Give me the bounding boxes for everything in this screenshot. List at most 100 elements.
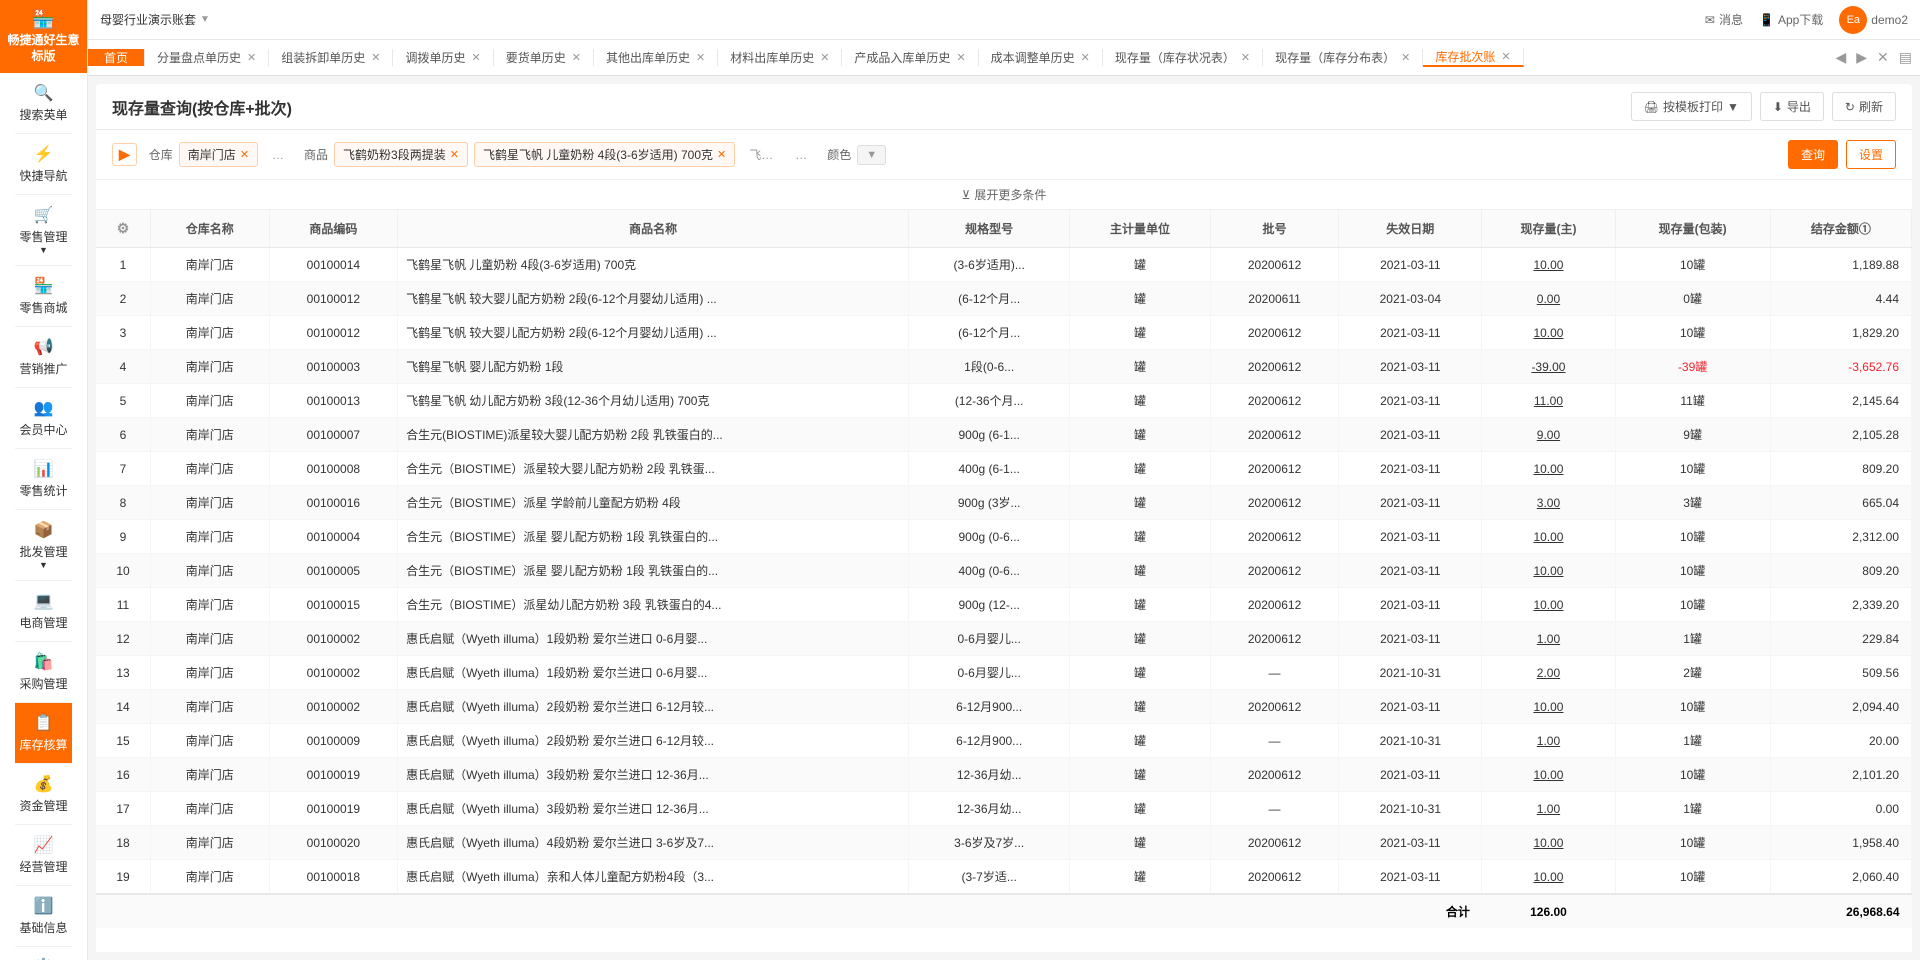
tab-close-t9[interactable]: ✕ xyxy=(1241,51,1250,64)
tab-t4[interactable]: 要货单历史✕ xyxy=(494,49,594,66)
sidebar-item-purchase[interactable]: 🛍️ 采购管理 xyxy=(15,642,71,703)
sidebar-item-member[interactable]: 👥 会员中心 xyxy=(15,388,71,449)
tab-t9[interactable]: 现存量（库存状况表） ✕ xyxy=(1103,49,1263,66)
row-qty-main[interactable]: 10.00 xyxy=(1482,452,1615,486)
tab-close-t10[interactable]: ✕ xyxy=(1401,51,1410,64)
tab-t11[interactable]: 库存批次账✕ xyxy=(1423,48,1523,67)
query-button[interactable]: 查询 xyxy=(1788,140,1838,169)
row-qty-main[interactable]: 1.00 xyxy=(1482,622,1615,656)
sidebar-item-retail-stats[interactable]: 📊 零售统计 xyxy=(15,449,71,510)
tabs-menu-icon[interactable]: ▤ xyxy=(1895,47,1916,68)
tab-close-t11[interactable]: ✕ xyxy=(1501,50,1510,63)
filter-warehouse-tag[interactable]: 南岸门店 ✕ xyxy=(179,142,258,167)
sidebar-item-quick-nav[interactable]: ⚡ 快捷导航 xyxy=(15,134,71,195)
table-col-header-6[interactable]: 批号 xyxy=(1210,210,1338,248)
tab-close-t5[interactable]: ✕ xyxy=(696,51,705,64)
sidebar-item-batch[interactable]: 📦 批发管理 ▼ xyxy=(15,510,71,581)
tab-t6[interactable]: 材料出库单历史✕ xyxy=(718,49,842,66)
sidebar-item-operations[interactable]: 📈 经营管理 xyxy=(15,825,71,886)
tab-label-t9: 现存量（库存状况表） xyxy=(1115,49,1235,66)
filter-goods-ellipsis[interactable]: … xyxy=(787,145,815,165)
row-qty-main[interactable]: 2.00 xyxy=(1482,656,1615,690)
row-amount: 20.00 xyxy=(1770,724,1911,758)
sidebar-item-finance[interactable]: 💰 资金管理 xyxy=(15,764,71,825)
row-qty-main[interactable]: 10.00 xyxy=(1482,860,1615,895)
row-warehouse: 南岸门店 xyxy=(150,690,269,724)
table-col-header-5[interactable]: 主计量单位 xyxy=(1070,210,1211,248)
filter-goods-1-close-icon[interactable]: ✕ xyxy=(450,148,459,161)
row-qty-main[interactable]: 10.00 xyxy=(1482,826,1615,860)
tab-close-t2[interactable]: ✕ xyxy=(371,51,380,64)
filter-color-select[interactable]: ▼ xyxy=(857,145,886,165)
row-qty-main[interactable]: 10.00 xyxy=(1482,758,1615,792)
tab-home[interactable]: 首页 xyxy=(88,49,145,66)
tab-t3[interactable]: 调拨单历史✕ xyxy=(393,49,493,66)
topbar-user[interactable]: Ea demo2 xyxy=(1839,6,1908,34)
filter-warehouse-close-icon[interactable]: ✕ xyxy=(240,148,249,161)
tab-t8[interactable]: 成本调整单历史✕ xyxy=(979,49,1103,66)
tab-t1[interactable]: 分量盘点单历史✕ xyxy=(145,49,269,66)
table-col-header-8[interactable]: 现存量(主) xyxy=(1482,210,1615,248)
sidebar-item-search[interactable]: 🔍 搜索英单 xyxy=(15,73,71,134)
tabs-prev-icon[interactable]: ◀ xyxy=(1831,47,1850,68)
row-qty-main[interactable]: 1.00 xyxy=(1482,792,1615,826)
tab-close-t1[interactable]: ✕ xyxy=(247,51,256,64)
sidebar-item-retail[interactable]: 🛒 零售管理 ▼ xyxy=(15,195,71,266)
row-qty-pack: 3罐 xyxy=(1615,486,1770,520)
expand-conditions-button[interactable]: ⊻ 展开更多条件 xyxy=(962,186,1047,203)
tab-t5[interactable]: 其他出库单历史✕ xyxy=(594,49,718,66)
row-qty-main[interactable]: 9.00 xyxy=(1482,418,1615,452)
filter-goods-2-close-icon[interactable]: ✕ xyxy=(717,148,726,161)
filter-warehouse-label: 仓库 xyxy=(149,146,173,163)
table-col-header-2[interactable]: 商品编码 xyxy=(269,210,397,248)
filter-goods-tag-2[interactable]: 飞鹤星飞帆 儿童奶粉 4段(3-6岁适用) 700克 ✕ xyxy=(474,142,735,167)
filter-goods-tag-1[interactable]: 飞鹤奶粉3段两提装 ✕ xyxy=(334,142,468,167)
sidebar-item-inventory[interactable]: 📋 库存核算 xyxy=(15,703,71,764)
refresh-button[interactable]: ↻ 刷新 xyxy=(1832,92,1896,121)
sidebar-item-marketing[interactable]: 📢 营销推广 xyxy=(15,327,71,388)
print-button[interactable]: 🖨 按模板打印 ▼ xyxy=(1631,92,1752,121)
tab-t10[interactable]: 现存量（库存分布表）✕ xyxy=(1263,49,1423,66)
table-col-header-4[interactable]: 规格型号 xyxy=(909,210,1070,248)
row-qty-main[interactable]: 1.00 xyxy=(1482,724,1615,758)
tab-close-t7[interactable]: ✕ xyxy=(956,51,965,64)
tabs-close-icon[interactable]: ✕ xyxy=(1873,47,1893,68)
sidebar-item-ecommerce[interactable]: 💻 电商管理 xyxy=(15,581,71,642)
settings-button[interactable]: 设置 xyxy=(1846,140,1896,169)
sidebar-item-basic[interactable]: ℹ️ 基础信息 xyxy=(15,886,71,947)
tab-t2[interactable]: 组装拆卸单历史✕ xyxy=(269,49,393,66)
table-col-header-10[interactable]: 结存金额① xyxy=(1770,210,1911,248)
row-qty-main[interactable]: 0.00 xyxy=(1482,282,1615,316)
row-qty-main[interactable]: 10.00 xyxy=(1482,690,1615,724)
tab-t7[interactable]: 产成品入库单历史✕ xyxy=(842,49,978,66)
sidebar-item-retail-mall[interactable]: 🏪 零售商城 xyxy=(15,266,71,327)
filter-goods-more[interactable]: 飞… xyxy=(741,143,781,166)
sidebar-item-system[interactable]: ⚙️ 系统管理 xyxy=(15,947,71,960)
filter-expand-toggle[interactable]: ▶ xyxy=(112,143,137,166)
table-col-header-1[interactable]: 仓库名称 xyxy=(150,210,269,248)
row-qty-main[interactable]: -39.00 xyxy=(1482,350,1615,384)
topbar-app-download[interactable]: 📱 App下载 xyxy=(1759,11,1823,28)
row-qty-main[interactable]: 10.00 xyxy=(1482,248,1615,282)
row-code: 00100020 xyxy=(269,826,397,860)
table-col-header-3[interactable]: 商品名称 xyxy=(398,210,909,248)
row-qty-main[interactable]: 3.00 xyxy=(1482,486,1615,520)
row-qty-main[interactable]: 10.00 xyxy=(1482,554,1615,588)
tab-close-t8[interactable]: ✕ xyxy=(1081,51,1090,64)
export-button[interactable]: ⬇ 导出 xyxy=(1760,92,1824,121)
row-qty-main[interactable]: 10.00 xyxy=(1482,316,1615,350)
table-col-header-7[interactable]: 失效日期 xyxy=(1339,210,1482,248)
row-qty-main[interactable]: 11.00 xyxy=(1482,384,1615,418)
tabs-next-icon[interactable]: ▶ xyxy=(1852,47,1871,68)
table-col-header-9[interactable]: 现存量(包装) xyxy=(1615,210,1770,248)
row-batch: — xyxy=(1210,656,1338,690)
tab-close-t4[interactable]: ✕ xyxy=(572,51,581,64)
topbar-message[interactable]: ✉ 消息 xyxy=(1705,11,1743,28)
table-settings-icon[interactable]: ⚙ xyxy=(117,220,130,236)
filter-warehouse-more[interactable]: … xyxy=(264,145,292,165)
row-qty-main[interactable]: 10.00 xyxy=(1482,588,1615,622)
topbar-account-dropdown[interactable]: 母婴行业演示账套 ▼ xyxy=(100,11,210,28)
tab-close-t6[interactable]: ✕ xyxy=(820,51,829,64)
tab-close-t3[interactable]: ✕ xyxy=(472,51,481,64)
row-qty-main[interactable]: 10.00 xyxy=(1482,520,1615,554)
